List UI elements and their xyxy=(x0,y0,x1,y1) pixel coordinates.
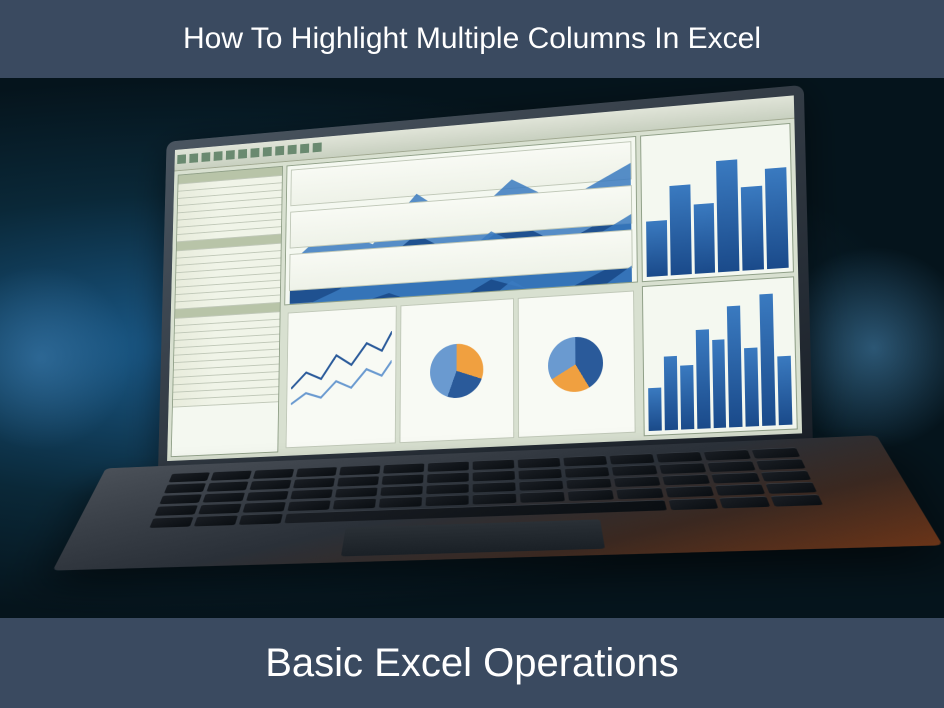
ribbon-icon xyxy=(189,153,198,163)
bar-chart-large xyxy=(642,276,798,436)
ribbon-icon xyxy=(201,152,210,162)
pie-chart-mini xyxy=(400,298,514,443)
top-title-text: How To Highlight Multiple Columns In Exc… xyxy=(183,22,761,56)
data-rows-pane xyxy=(171,166,283,457)
bottom-title-bar: Basic Excel Operations xyxy=(0,618,944,708)
pie-chart-mini xyxy=(517,291,635,438)
ribbon-icon xyxy=(250,148,259,158)
pie-chart-icon xyxy=(430,342,483,399)
laptop-screen xyxy=(167,95,802,461)
bar-chart-small xyxy=(640,123,794,282)
line-chart-mini xyxy=(286,306,397,449)
laptop-illustration xyxy=(110,78,915,618)
ribbon-icon xyxy=(226,150,235,160)
laptop-screen-frame xyxy=(158,85,813,471)
spreadsheet-area xyxy=(167,119,802,461)
pie-chart-icon xyxy=(548,335,603,393)
ribbon-icon xyxy=(214,151,223,161)
ribbon-icon xyxy=(177,154,186,164)
ribbon-icon xyxy=(313,142,322,152)
hero-image xyxy=(0,78,944,618)
ribbon-icon xyxy=(263,147,272,157)
ribbon-icon xyxy=(300,144,309,154)
right-charts-column xyxy=(640,123,798,436)
bottom-charts-pane xyxy=(282,286,640,452)
laptop-trackpad xyxy=(341,519,605,556)
ribbon-icon xyxy=(275,146,284,156)
ribbon-icon xyxy=(238,149,247,159)
top-title-bar: How To Highlight Multiple Columns In Exc… xyxy=(0,0,944,78)
bottom-title-text: Basic Excel Operations xyxy=(265,641,679,686)
ribbon-icon xyxy=(288,145,297,155)
area-charts-pane xyxy=(284,136,638,305)
